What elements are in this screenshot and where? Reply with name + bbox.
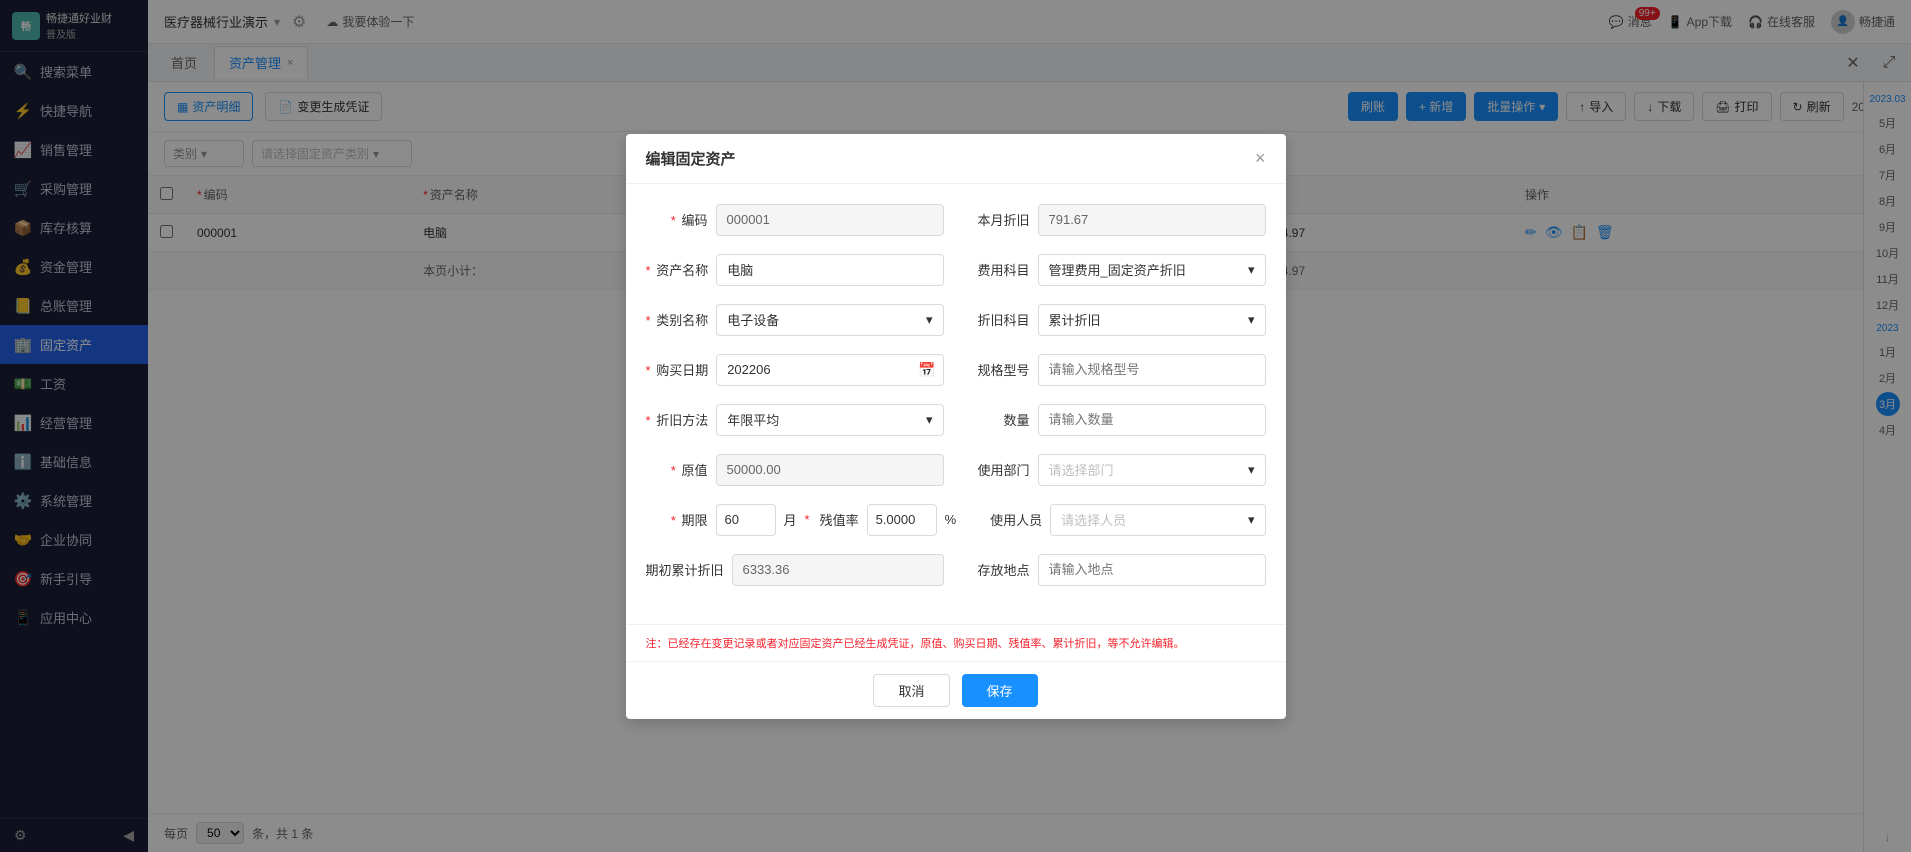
field-quantity: 数量: [968, 404, 1266, 436]
purchase-date-field: 📅: [716, 354, 943, 386]
category-label: * 类别名称: [646, 310, 717, 329]
person-chevron-icon: ▾: [1248, 512, 1255, 528]
field-code: * 编码: [646, 204, 944, 236]
name-label: * 资产名称: [646, 260, 717, 279]
field-spec: 规格型号: [968, 354, 1266, 386]
modal-footer: 取消 保存: [626, 661, 1286, 719]
spec-input[interactable]: [1038, 354, 1266, 386]
modal-overlay: 编辑固定资产 × * 编码 本月折旧: [0, 0, 1911, 852]
depreciation-subject-label: 折旧科目: [968, 310, 1038, 329]
residual-rate-unit: %: [945, 512, 957, 527]
field-depreciation-method: * 折旧方法 年限平均 ▾: [646, 404, 944, 436]
field-initial-accumulated: 期初累计折旧: [646, 554, 944, 586]
modal-row-1: * 编码 本月折旧: [646, 204, 1266, 236]
modal-row-6: * 原值 使用部门 请选择部门 ▾: [646, 454, 1266, 486]
modal-row-7: * 期限 月 * 残值率 % 使用人员 请选择人员: [646, 504, 1266, 536]
modal-row-4: * 购买日期 📅 规格型号: [646, 354, 1266, 386]
field-depreciation-subject: 折旧科目 累计折旧 ▾: [968, 304, 1266, 336]
quantity-input[interactable]: [1038, 404, 1266, 436]
location-label: 存放地点: [968, 560, 1038, 579]
initial-accumulated-input[interactable]: [732, 554, 944, 586]
field-department: 使用部门 请选择部门 ▾: [968, 454, 1266, 486]
modal-row-8: 期初累计折旧 存放地点: [646, 554, 1266, 586]
code-input[interactable]: [716, 204, 944, 236]
field-purchase-date: * 购买日期 📅: [646, 354, 944, 386]
spec-label: 规格型号: [968, 360, 1038, 379]
save-button[interactable]: 保存: [962, 674, 1038, 707]
location-input[interactable]: [1038, 554, 1266, 586]
depreciation-method-select[interactable]: 年限平均 ▾: [716, 404, 943, 436]
department-chevron-icon: ▾: [1248, 462, 1255, 478]
field-expense-subject: 费用科目 管理费用_固定资产折旧 ▾: [968, 254, 1266, 286]
expense-subject-label: 费用科目: [968, 260, 1038, 279]
category-chevron-icon: ▾: [926, 312, 933, 328]
field-original-value: * 原值: [646, 454, 944, 486]
edit-asset-modal: 编辑固定资产 × * 编码 本月折旧: [626, 134, 1286, 719]
modal-row-3: * 类别名称 电子设备 ▾ 折旧科目 累计折旧 ▾: [646, 304, 1266, 336]
residual-rate-input[interactable]: [867, 504, 937, 536]
field-name: * 资产名称: [646, 254, 944, 286]
original-value-label: * 原值: [646, 460, 716, 479]
depreciation-method-label: * 折旧方法: [646, 410, 717, 429]
period-residual-group: 月 * 残值率 %: [716, 504, 957, 536]
period-unit-label: 月: [784, 510, 797, 529]
field-category: * 类别名称 电子设备 ▾: [646, 304, 944, 336]
name-input[interactable]: [716, 254, 943, 286]
depreciation-subject-chevron-icon: ▾: [1248, 312, 1255, 328]
code-label: * 编码: [646, 210, 716, 229]
monthly-depreciation-label: 本月折旧: [968, 210, 1038, 229]
quantity-label: 数量: [968, 410, 1038, 429]
modal-body: * 编码 本月折旧 * 资产名称: [626, 184, 1286, 624]
person-label: 使用人员: [980, 510, 1050, 529]
original-value-input[interactable]: [716, 454, 944, 486]
modal-row-2: * 资产名称 费用科目 管理费用_固定资产折旧 ▾: [646, 254, 1266, 286]
modal-title: 编辑固定资产: [646, 148, 736, 169]
department-label: 使用部门: [968, 460, 1038, 479]
purchase-date-label: * 购买日期: [646, 360, 717, 379]
depreciation-subject-select[interactable]: 累计折旧 ▾: [1038, 304, 1266, 336]
expense-subject-select[interactable]: 管理费用_固定资产折旧 ▾: [1038, 254, 1266, 286]
modal-header: 编辑固定资产 ×: [626, 134, 1286, 184]
person-select[interactable]: 请选择人员 ▾: [1050, 504, 1265, 536]
modal-row-5: * 折旧方法 年限平均 ▾ 数量: [646, 404, 1266, 436]
residual-rate-label: 残值率: [820, 510, 859, 529]
monthly-depreciation-input: [1038, 204, 1266, 236]
initial-accumulated-label: 期初累计折旧: [646, 560, 732, 579]
field-person: 使用人员 请选择人员 ▾: [980, 504, 1265, 536]
period-label: * 期限: [646, 510, 716, 529]
calendar-icon[interactable]: 📅: [918, 361, 935, 378]
depreciation-method-chevron-icon: ▾: [926, 412, 933, 428]
expense-subject-chevron-icon: ▾: [1248, 262, 1255, 278]
field-monthly-depreciation: 本月折旧: [968, 204, 1266, 236]
cancel-button[interactable]: 取消: [873, 674, 949, 707]
department-select[interactable]: 请选择部门 ▾: [1038, 454, 1266, 486]
modal-note: 注：已经存在变更记录或者对应固定资产已经生成凭证，原值、购买日期、残值率、累计折…: [626, 624, 1286, 661]
field-location: 存放地点: [968, 554, 1266, 586]
field-period-residual: * 期限 月 * 残值率 %: [646, 504, 957, 536]
period-input[interactable]: [716, 504, 776, 536]
purchase-date-input[interactable]: [716, 354, 943, 386]
category-select[interactable]: 电子设备 ▾: [716, 304, 943, 336]
modal-close-btn[interactable]: ×: [1255, 148, 1266, 169]
